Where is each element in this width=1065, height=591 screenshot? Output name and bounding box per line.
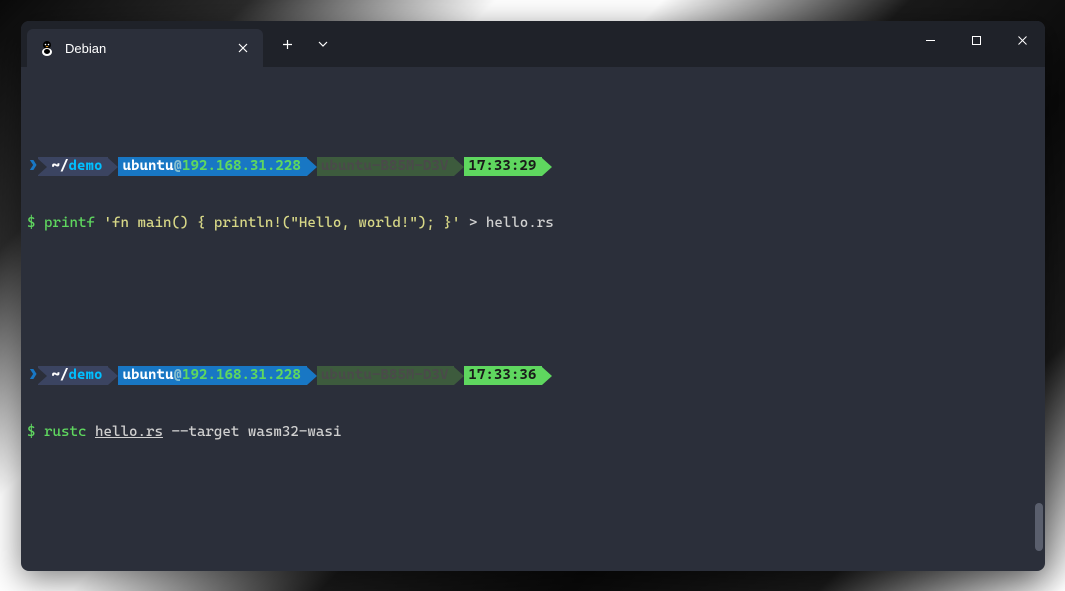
path-segment: ~/demo	[38, 366, 109, 385]
command: printf	[44, 215, 95, 231]
at: @	[173, 366, 182, 385]
minimize-button[interactable]	[907, 21, 953, 59]
command-rest: > hello.rs	[460, 215, 553, 231]
command-line: $ printf 'fn main() { println!("Hello, w…	[27, 214, 1039, 233]
titlebar: Debian	[21, 21, 1045, 67]
command: rustc	[44, 424, 95, 440]
path-prefix: ~/	[52, 366, 69, 385]
arrow-icon	[542, 367, 552, 385]
tux-icon	[39, 40, 55, 56]
arrow-icon	[108, 158, 118, 176]
arrow-icon	[108, 367, 118, 385]
command-string: 'fn main() { println!("Hello, world!"); …	[103, 215, 460, 231]
at: @	[173, 157, 182, 176]
ip: 192.168.31.228	[182, 366, 301, 385]
arrow-icon	[454, 158, 464, 176]
host-segment: ubuntu@192.168.31.228	[118, 157, 306, 176]
path-dir: demo	[69, 157, 103, 176]
time-segment: 17:33:29	[464, 157, 542, 176]
path-prefix: ~/	[52, 157, 69, 176]
machine-segment: ubuntu-B85M-D3V	[317, 366, 454, 385]
maximize-button[interactable]	[953, 21, 999, 59]
path-dir: demo	[69, 366, 103, 385]
arrow-icon	[307, 158, 317, 176]
prompt-line: ❯ ~/demo ubuntu@192.168.31.228ubuntu-B85…	[27, 157, 1039, 176]
close-window-button[interactable]	[999, 21, 1045, 59]
user: ubuntu	[122, 366, 173, 385]
tab-dropdown-button[interactable]	[305, 27, 341, 61]
time-segment: 17:33:36	[464, 366, 542, 385]
new-tab-button[interactable]	[269, 27, 305, 61]
host-segment: ubuntu@192.168.31.228	[118, 366, 306, 385]
arrow-icon	[307, 367, 317, 385]
command-rest: --target wasm32-wasi	[163, 424, 341, 440]
user: ubuntu	[122, 157, 173, 176]
arrow-icon	[542, 158, 552, 176]
machine-segment: ubuntu-B85M-D3V	[317, 157, 454, 176]
tab-controls	[269, 27, 341, 61]
tab-title: Debian	[65, 41, 225, 56]
path-segment: ~/demo	[38, 157, 109, 176]
window-controls	[907, 21, 1045, 59]
tab-debian[interactable]: Debian	[27, 29, 263, 67]
command-file: hello.rs	[95, 424, 163, 440]
terminal-content[interactable]: ❯ ~/demo ubuntu@192.168.31.228ubuntu-B85…	[21, 67, 1045, 571]
terminal-window: Debian ❯	[21, 21, 1045, 571]
close-tab-button[interactable]	[235, 40, 251, 56]
prompt-symbol: $	[27, 424, 44, 440]
scrollbar[interactable]	[1035, 503, 1043, 551]
arrow-icon	[454, 367, 464, 385]
prompt-line: ❯ ~/demo ubuntu@192.168.31.228ubuntu-B85…	[27, 366, 1039, 385]
ip: 192.168.31.228	[182, 157, 301, 176]
command-line: $ rustc hello.rs --target wasm32-wasi	[27, 423, 1039, 442]
prompt-symbol: $	[27, 215, 44, 231]
